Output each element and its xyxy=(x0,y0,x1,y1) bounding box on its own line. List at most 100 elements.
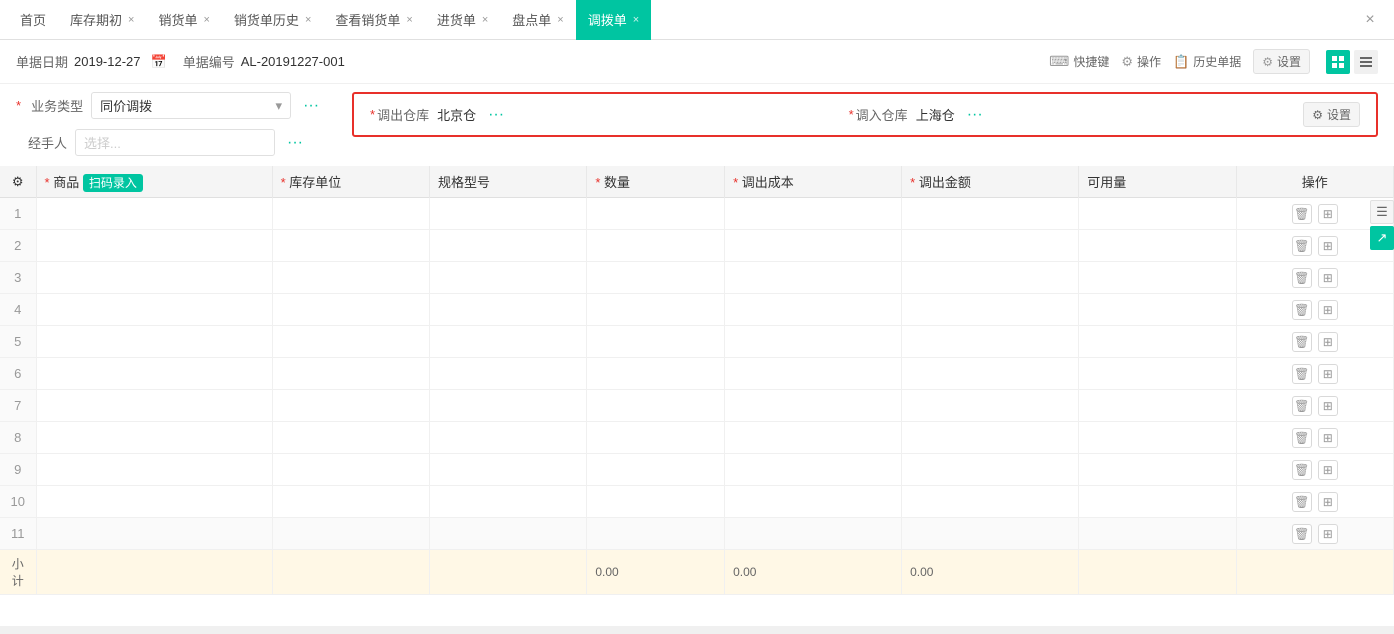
cell-available[interactable] xyxy=(1079,390,1236,422)
delete-row-button[interactable]: 🗑 xyxy=(1292,492,1312,512)
layout-btn-1[interactable] xyxy=(1326,50,1350,74)
operator-more-btn[interactable]: ··· xyxy=(287,134,303,152)
cell-product[interactable] xyxy=(36,326,272,358)
cell-available[interactable] xyxy=(1079,454,1236,486)
delete-row-button[interactable]: 🗑 xyxy=(1292,332,1312,352)
cell-qty[interactable] xyxy=(587,198,725,230)
cell-unit[interactable] xyxy=(272,358,429,390)
cell-cost[interactable] xyxy=(725,294,902,326)
copy-row-button[interactable]: ⊞ xyxy=(1318,396,1338,416)
side-list-btn[interactable]: ☰ xyxy=(1370,200,1394,224)
cell-available[interactable] xyxy=(1079,518,1236,550)
delete-row-button[interactable]: 🗑 xyxy=(1292,268,1312,288)
cell-cost[interactable] xyxy=(725,198,902,230)
cell-product[interactable] xyxy=(36,486,272,518)
scan-barcode-button[interactable]: 扫码录入 xyxy=(83,174,143,192)
cell-amount[interactable] xyxy=(902,326,1079,358)
copy-row-button[interactable]: ⊞ xyxy=(1318,300,1338,320)
cell-amount[interactable] xyxy=(902,294,1079,326)
delete-row-button[interactable]: 🗑 xyxy=(1292,460,1312,480)
copy-row-button[interactable]: ⊞ xyxy=(1318,268,1338,288)
cell-qty[interactable] xyxy=(587,390,725,422)
cell-cost[interactable] xyxy=(725,326,902,358)
cell-product[interactable] xyxy=(36,518,272,550)
delete-row-button[interactable]: 🗑 xyxy=(1292,524,1312,544)
cell-spec[interactable] xyxy=(429,454,586,486)
tab-view-sales[interactable]: 查看销货单 × xyxy=(323,0,424,40)
cell-unit[interactable] xyxy=(272,422,429,454)
tab-close-sales-history[interactable]: × xyxy=(305,14,311,26)
cell-amount[interactable] xyxy=(902,198,1079,230)
side-expand-btn[interactable]: ↗ xyxy=(1370,226,1394,250)
copy-row-button[interactable]: ⊞ xyxy=(1318,524,1338,544)
cell-available[interactable] xyxy=(1079,358,1236,390)
calendar-icon[interactable]: 📅 xyxy=(151,54,167,70)
cell-product[interactable] xyxy=(36,262,272,294)
cell-unit[interactable] xyxy=(272,198,429,230)
cell-spec[interactable] xyxy=(429,486,586,518)
window-close-button[interactable]: × xyxy=(1354,4,1386,36)
cell-spec[interactable] xyxy=(429,326,586,358)
tab-close-sales[interactable]: × xyxy=(203,14,209,26)
tab-inventory[interactable]: 盘点单 × xyxy=(500,0,575,40)
cell-spec[interactable] xyxy=(429,422,586,454)
tab-close-view-sales[interactable]: × xyxy=(406,14,412,26)
operator-select[interactable]: 选择... xyxy=(75,129,275,156)
cell-unit[interactable] xyxy=(272,326,429,358)
tab-sales-history[interactable]: 销货单历史 × xyxy=(222,0,323,40)
business-type-more-btn[interactable]: ··· xyxy=(303,97,319,115)
cell-product[interactable] xyxy=(36,358,272,390)
cell-available[interactable] xyxy=(1079,262,1236,294)
cell-cost[interactable] xyxy=(725,518,902,550)
cell-amount[interactable] xyxy=(902,358,1079,390)
cell-available[interactable] xyxy=(1079,326,1236,358)
cell-product[interactable] xyxy=(36,198,272,230)
cell-available[interactable] xyxy=(1079,230,1236,262)
copy-row-button[interactable]: ⊞ xyxy=(1318,332,1338,352)
delete-row-button[interactable]: 🗑 xyxy=(1292,204,1312,224)
cell-qty[interactable] xyxy=(587,486,725,518)
cell-spec[interactable] xyxy=(429,390,586,422)
copy-row-button[interactable]: ⊞ xyxy=(1318,236,1338,256)
cell-cost[interactable] xyxy=(725,230,902,262)
tab-inventory-init[interactable]: 库存期初 × xyxy=(58,0,146,40)
gear-icon-table[interactable]: ⚙ xyxy=(12,174,24,189)
tab-close-inventory-init[interactable]: × xyxy=(128,14,134,26)
cell-cost[interactable] xyxy=(725,454,902,486)
cell-amount[interactable] xyxy=(902,486,1079,518)
cell-product[interactable] xyxy=(36,390,272,422)
cell-product[interactable] xyxy=(36,230,272,262)
cell-spec[interactable] xyxy=(429,230,586,262)
tab-close-purchase[interactable]: × xyxy=(482,14,488,26)
cell-unit[interactable] xyxy=(272,262,429,294)
cell-available[interactable] xyxy=(1079,198,1236,230)
cell-amount[interactable] xyxy=(902,230,1079,262)
cell-qty[interactable] xyxy=(587,294,725,326)
cell-amount[interactable] xyxy=(902,454,1079,486)
cell-unit[interactable] xyxy=(272,230,429,262)
cell-spec[interactable] xyxy=(429,294,586,326)
cell-spec[interactable] xyxy=(429,198,586,230)
tab-close-inventory[interactable]: × xyxy=(557,14,563,26)
tab-sales-order[interactable]: 销货单 × xyxy=(146,0,221,40)
cell-unit[interactable] xyxy=(272,486,429,518)
settings-button[interactable]: ⚙ 设置 xyxy=(1253,49,1310,74)
cell-cost[interactable] xyxy=(725,486,902,518)
tab-close-transfer[interactable]: × xyxy=(633,14,639,26)
cell-qty[interactable] xyxy=(587,230,725,262)
delete-row-button[interactable]: 🗑 xyxy=(1292,364,1312,384)
layout-btn-2[interactable] xyxy=(1354,50,1378,74)
horizontal-scrollbar[interactable] xyxy=(0,626,1394,634)
cell-spec[interactable] xyxy=(429,518,586,550)
cell-qty[interactable] xyxy=(587,454,725,486)
tab-transfer[interactable]: 调拨单 × xyxy=(576,0,651,40)
cell-cost[interactable] xyxy=(725,422,902,454)
cell-amount[interactable] xyxy=(902,390,1079,422)
cell-amount[interactable] xyxy=(902,518,1079,550)
in-warehouse-more-btn[interactable]: ··· xyxy=(967,106,983,124)
cell-cost[interactable] xyxy=(725,262,902,294)
cell-amount[interactable] xyxy=(902,262,1079,294)
cell-qty[interactable] xyxy=(587,262,725,294)
cell-cost[interactable] xyxy=(725,390,902,422)
out-warehouse-more-btn[interactable]: ··· xyxy=(488,106,504,124)
